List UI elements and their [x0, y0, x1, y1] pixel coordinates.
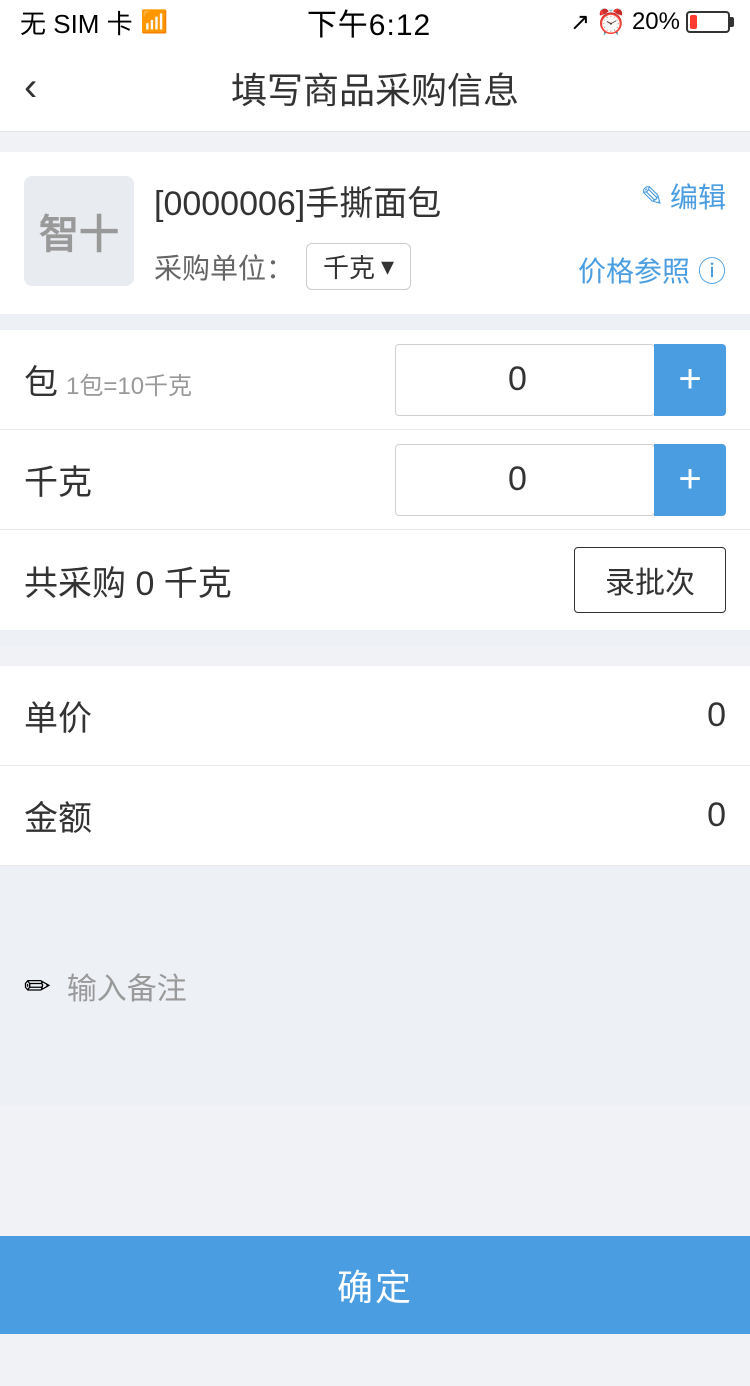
- nav-bar: ‹ 填写商品采购信息: [0, 44, 750, 132]
- summary-text: 共采购 0 千克: [24, 556, 232, 605]
- kg-input[interactable]: [395, 444, 655, 516]
- kg-field-wrap: +: [204, 444, 726, 516]
- edit-icon: ✎: [641, 180, 664, 213]
- amount-row: 金额 0: [0, 766, 750, 866]
- bao-field-wrap: +: [204, 344, 726, 416]
- kg-input-row: 千克 +: [0, 430, 750, 530]
- bao-plus-button[interactable]: +: [654, 344, 726, 416]
- page-title: 填写商品采购信息: [231, 62, 519, 114]
- unit-price-label: 单价: [24, 691, 92, 740]
- kg-label: 千克: [24, 455, 204, 504]
- no-sim-label: 无 SIM 卡: [20, 4, 133, 41]
- bao-input-row: 包1包=10千克 +: [0, 330, 750, 430]
- battery-icon: [686, 11, 730, 33]
- battery-percent: 20%: [632, 8, 680, 36]
- kg-plus-button[interactable]: +: [654, 444, 726, 516]
- section-divider-2: [0, 630, 750, 646]
- amount-value: 0: [707, 796, 726, 835]
- status-bar: 无 SIM 卡 📶 下午6:12 ↗ ⏰ 20%: [0, 0, 750, 44]
- unit-label: 采购单位：: [154, 247, 294, 287]
- price-ref-label: 价格参照: [578, 250, 690, 290]
- unit-price-value: 0: [707, 696, 726, 735]
- bao-sublabel: 1包=10千克: [66, 373, 192, 400]
- bao-input[interactable]: [395, 344, 655, 416]
- chevron-down-icon: ▾: [381, 251, 394, 282]
- edit-button[interactable]: ✎ 编辑: [641, 176, 726, 216]
- remark-area[interactable]: ✏ 输入备注: [0, 866, 750, 1106]
- status-left: 无 SIM 卡 📶: [20, 4, 168, 41]
- amount-label: 金额: [24, 791, 92, 840]
- edit-label: 编辑: [670, 176, 726, 216]
- status-time: 下午6:12: [307, 0, 431, 44]
- batch-button[interactable]: 录批次: [574, 547, 726, 613]
- product-logo: 智十: [39, 202, 119, 260]
- alarm-icon: ⏰: [596, 8, 626, 37]
- location-icon: ↗: [570, 8, 590, 37]
- remark-placeholder: 输入备注: [67, 964, 187, 1008]
- input-section: 包1包=10千克 + 千克 +: [0, 330, 750, 530]
- confirm-button[interactable]: 确定: [0, 1236, 750, 1334]
- back-button[interactable]: ‹: [24, 65, 37, 110]
- summary-row: 共采购 0 千克 录批次: [0, 530, 750, 630]
- unit-select[interactable]: 千克 ▾: [306, 243, 411, 290]
- wifi-icon: 📶: [141, 9, 168, 35]
- status-right: ↗ ⏰ 20%: [570, 8, 730, 37]
- unit-price-row: 单价 0: [0, 666, 750, 766]
- product-card: 智十 [0000006]手撕面包 采购单位： 千克 ▾ ✎ 编辑 价格参照 ⓘ: [0, 152, 750, 314]
- section-divider-1: [0, 314, 750, 330]
- bao-label: 包1包=10千克: [24, 355, 204, 404]
- unit-value: 千克: [323, 248, 375, 285]
- info-section: 单价 0 金额 0: [0, 666, 750, 866]
- help-icon: ⓘ: [698, 250, 726, 290]
- price-ref-button[interactable]: 价格参照 ⓘ: [578, 250, 726, 290]
- pencil-icon: ✏: [24, 967, 51, 1005]
- product-image: 智十: [24, 176, 134, 286]
